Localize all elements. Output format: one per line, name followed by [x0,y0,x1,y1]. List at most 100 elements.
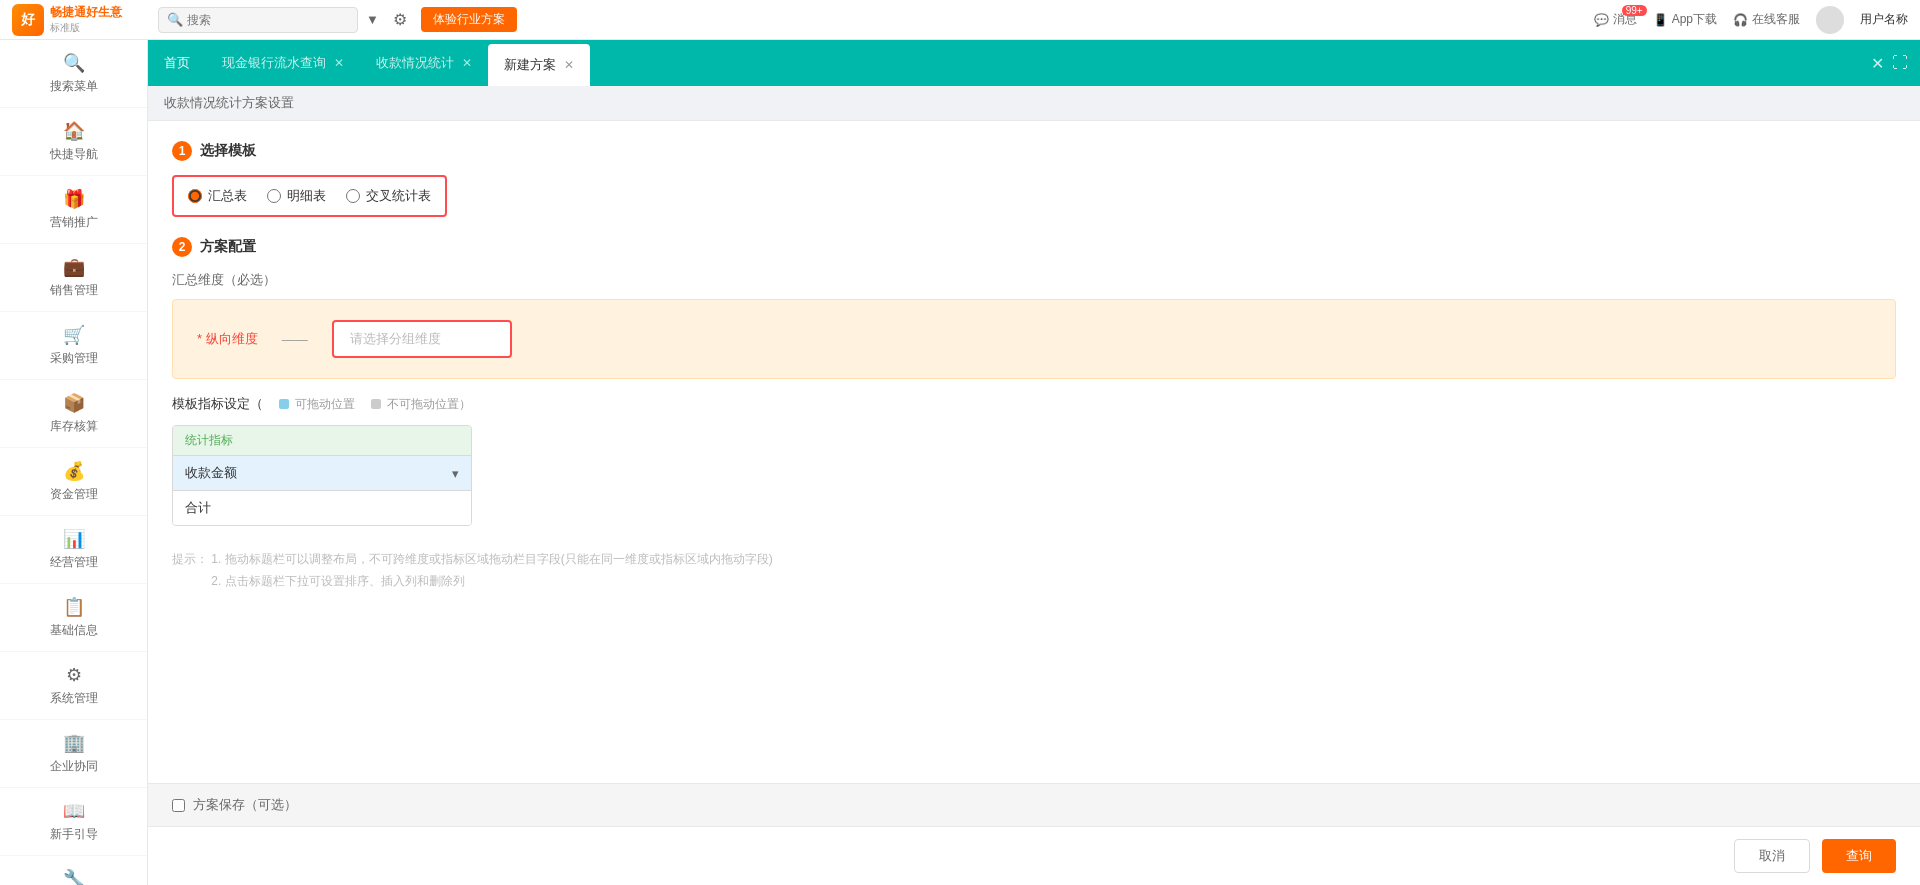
save-label: 方案保存（可选） [193,796,297,814]
trial-button[interactable]: 体验行业方案 [421,7,517,32]
sidebar-label-sales: 销售管理 [50,282,98,299]
sidebar-item-system[interactable]: ⚙ 系统管理 [0,652,147,720]
content-area: 首页 现金银行流水查询 ✕ 收款情况统计 ✕ 新建方案 ✕ ✕ ⛶ 收款情况统计… [148,40,1920,885]
legend-fixed: 不可拖动位置） [371,396,471,413]
metrics-desc: 模板指标设定（ 可拖动位置 不可拖动位置） [172,395,1896,413]
download-label: App下载 [1672,11,1717,28]
sidebar-label-search: 搜索菜单 [50,78,98,95]
radio-cross[interactable]: 交叉统计表 [346,187,431,205]
sidebar-item-marketing[interactable]: 🎁 营销推广 [0,176,147,244]
user-name[interactable]: 用户名称 [1860,11,1908,28]
service-button[interactable]: 🎧 在线客服 [1733,11,1800,28]
legend-draggable: 可拖动位置 [279,396,355,413]
breadcrumb: 收款情况统计方案设置 [148,86,1920,121]
sidebar-label-finance: 资金管理 [50,486,98,503]
logo-text: 畅捷通好生意 [50,4,122,21]
tab-receipt[interactable]: 收款情况统计 ✕ [360,40,488,86]
sidebar-item-finance[interactable]: 💰 资金管理 [0,448,147,516]
inventory-icon: 📦 [63,392,85,414]
sidebar-item-enterprise[interactable]: 🏢 企业协同 [0,720,147,788]
tab-cashflow-label: 现金银行流水查询 [222,54,326,72]
step1-badge: 1 [172,141,192,161]
tab-newplan-label: 新建方案 [504,56,556,74]
radio-detail[interactable]: 明细表 [267,187,326,205]
dimension-arrow: —— [282,332,308,347]
step1-title: 选择模板 [200,142,256,160]
metrics-label: 模板指标设定（ [172,395,263,413]
marketing-icon: 🎁 [63,188,85,210]
management-icon: 📊 [63,528,85,550]
top-bar-right: 💬 消息 99+ 📱 App下载 🎧 在线客服 用户名称 [1594,6,1908,34]
save-checkbox[interactable] [172,799,185,812]
radio-summary-label: 汇总表 [208,187,247,205]
query-button[interactable]: 查询 [1822,839,1896,873]
system-icon: ⚙ [66,664,82,686]
sidebar-item-purchase[interactable]: 🛒 采购管理 [0,312,147,380]
search-menu-icon: 🔍 [63,52,85,74]
tip-line2: 2. 点击标题栏下拉可设置排序、插入列和删除列 [172,571,1896,593]
basics-icon: 📋 [63,596,85,618]
search-icon: 🔍 [167,12,183,27]
tab-bar: 首页 现金银行流水查询 ✕ 收款情况统计 ✕ 新建方案 ✕ ✕ ⛶ [148,40,1920,86]
metrics-cell-amount: 收款金额 ▾ [173,455,471,490]
dimension-area: 纵向维度 —— 请选择分组维度 [172,299,1896,379]
metrics-cell-dropdown-icon[interactable]: ▾ [452,466,459,481]
edition-label: 标准版 [50,21,122,35]
sidebar-item-management[interactable]: 📊 经营管理 [0,516,147,584]
radio-summary[interactable]: 汇总表 [188,187,247,205]
tab-bar-actions: ✕ ⛶ [1871,54,1920,73]
radio-detail-input[interactable] [267,189,281,203]
sidebar-item-basics[interactable]: 📋 基础信息 [0,584,147,652]
page-content: 收款情况统计方案设置 1 选择模板 汇总表 [148,86,1920,885]
radio-cross-input[interactable] [346,189,360,203]
tip-line1: 提示： 1. 拖动标题栏可以调整布局，不可跨维度或指标区域拖动栏目字段(只能在同… [172,549,1896,571]
sidebar-item-hardware[interactable]: 🔧 智能硬件 [0,856,147,885]
tab-newplan[interactable]: 新建方案 ✕ [488,44,590,86]
template-selector: 汇总表 明细表 交叉统计表 [172,175,447,217]
tab-receipt-close[interactable]: ✕ [462,56,472,70]
tab-cashflow[interactable]: 现金银行流水查询 ✕ [206,40,360,86]
app-logo: 好 畅捷通好生意 标准版 [12,4,142,36]
draggable-dot [279,399,289,409]
top-bar: 好 畅捷通好生意 标准版 🔍 ▼ ⚙ 体验行业方案 💬 消息 99+ 📱 App… [0,0,1920,40]
step2-title: 方案配置 [200,238,256,256]
settings-icon[interactable]: ⚙ [387,7,413,33]
footer-bar: 取消 查询 [148,826,1920,885]
step2-section: 2 方案配置 汇总维度（必选） 纵向维度 —— 请选择分组维度 [172,237,1896,592]
search-input[interactable] [187,13,349,27]
sidebar-label-home: 快捷导航 [50,146,98,163]
search-bar[interactable]: 🔍 [158,7,358,33]
message-badge: 99+ [1622,5,1647,16]
sidebar-item-guide[interactable]: 📖 新手引导 [0,788,147,856]
sidebar-label-enterprise: 企业协同 [50,758,98,775]
tab-home[interactable]: 首页 [148,40,206,86]
tab-newplan-close[interactable]: ✕ [564,58,574,72]
sidebar-label-management: 经营管理 [50,554,98,571]
tips-section: 提示： 1. 拖动标题栏可以调整布局，不可跨维度或指标区域拖动栏目字段(只能在同… [172,549,1896,592]
sidebar-item-sales[interactable]: 💼 销售管理 [0,244,147,312]
user-avatar[interactable] [1816,6,1844,34]
guide-icon: 📖 [63,800,85,822]
cancel-button[interactable]: 取消 [1734,839,1810,873]
tab-cashflow-close[interactable]: ✕ [334,56,344,70]
tab-close-window-icon[interactable]: ✕ [1871,54,1884,73]
radio-detail-label: 明细表 [287,187,326,205]
sidebar-item-home[interactable]: 🏠 快捷导航 [0,108,147,176]
download-button[interactable]: 📱 App下载 [1653,11,1717,28]
tab-fullscreen-icon[interactable]: ⛶ [1892,54,1908,72]
dimension-selector[interactable]: 请选择分组维度 [332,320,512,358]
metrics-section: 模板指标设定（ 可拖动位置 不可拖动位置） [172,395,1896,529]
sales-icon: 💼 [63,256,85,278]
message-button[interactable]: 💬 消息 99+ [1594,11,1637,28]
message-icon: 💬 [1594,13,1609,27]
step1-header: 1 选择模板 [172,141,1896,161]
tab-home-label: 首页 [164,54,190,72]
metrics-table: 统计指标 收款金额 ▾ 合计 [172,425,472,526]
sidebar-item-search[interactable]: 🔍 搜索菜单 [0,40,147,108]
search-dropdown-icon[interactable]: ▼ [366,12,379,27]
radio-summary-input[interactable] [188,189,202,203]
step2-badge: 2 [172,237,192,257]
metrics-total: 合计 [173,490,471,525]
sidebar-label-basics: 基础信息 [50,622,98,639]
sidebar-item-inventory[interactable]: 📦 库存核算 [0,380,147,448]
